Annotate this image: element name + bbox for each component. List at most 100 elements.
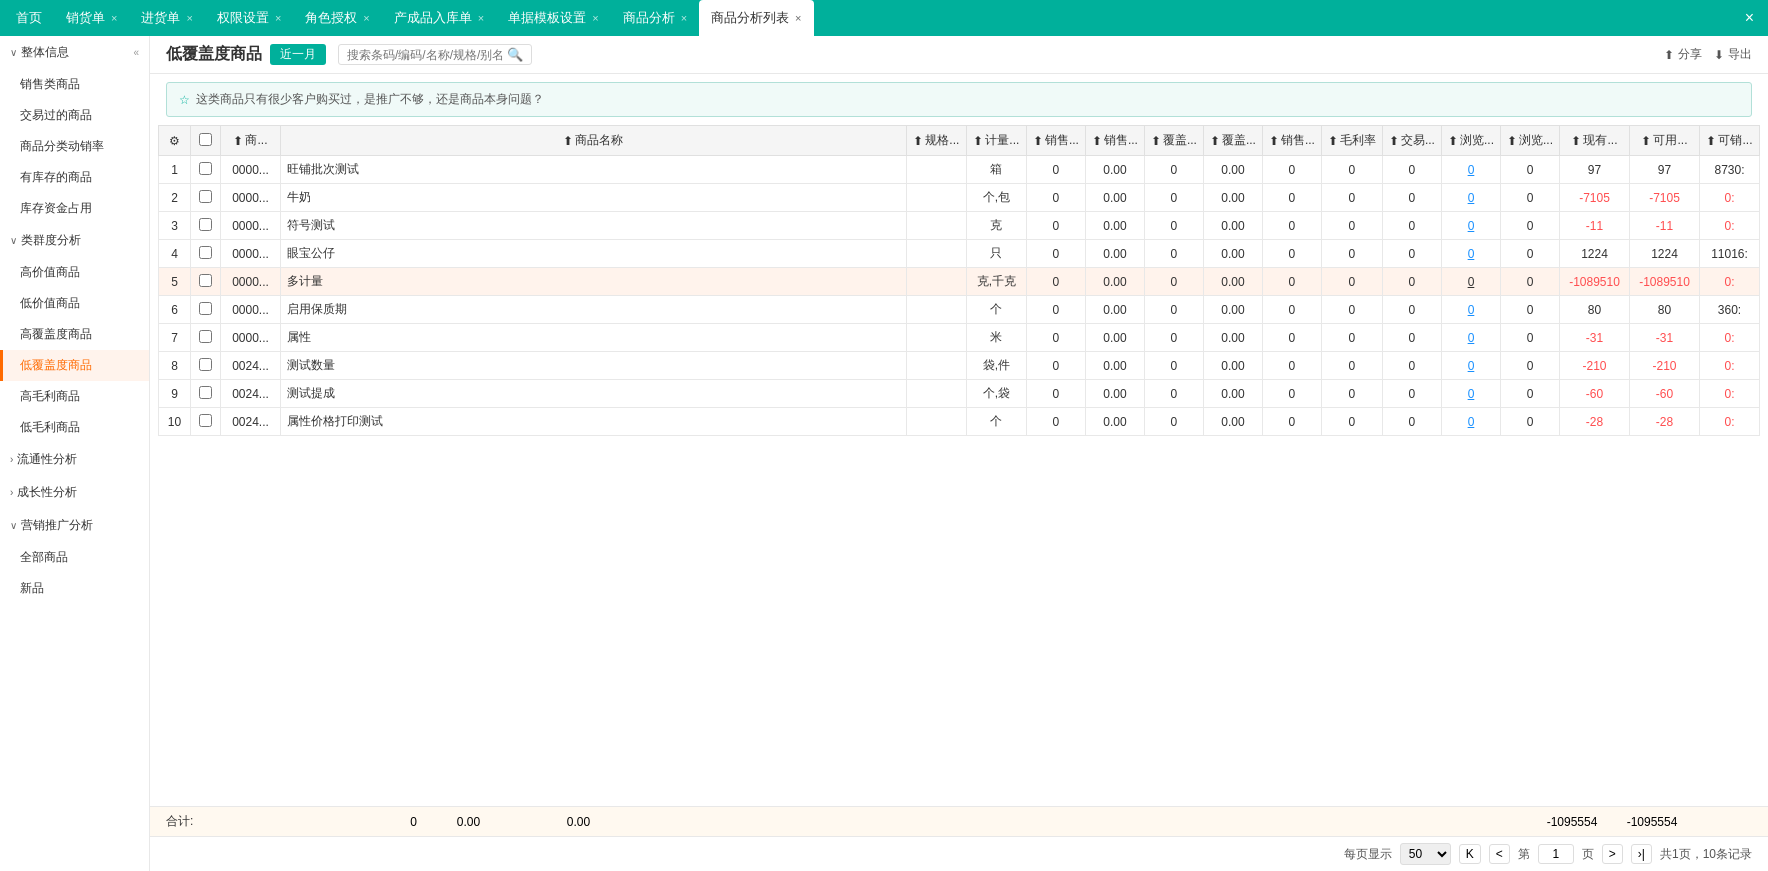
table-row-browse1[interactable]: 0 <box>1441 184 1500 212</box>
tab-products-close[interactable]: × <box>478 12 484 24</box>
tab-purchase-label: 进货单 <box>141 9 180 27</box>
settings-icon[interactable]: ⚙ <box>169 134 180 148</box>
table-row-gross: 0 <box>1321 184 1382 212</box>
prev-page-btn[interactable]: < <box>1489 844 1510 864</box>
table-row-checkbox[interactable] <box>191 408 221 436</box>
sidebar-item-low-value[interactable]: 低价值商品 <box>0 288 149 319</box>
table-row-browse1[interactable]: 0 <box>1441 296 1500 324</box>
col-sales2-label: 销售... <box>1281 132 1315 149</box>
table-row-browse1[interactable]: 0 <box>1441 324 1500 352</box>
col-transaction[interactable]: ⬆交易... <box>1382 126 1441 156</box>
col-gross[interactable]: ⬆毛利率 <box>1321 126 1382 156</box>
sidebar-item-low-profit[interactable]: 低毛利商品 <box>0 412 149 443</box>
table-row-browse1[interactable]: 0 <box>1441 268 1500 296</box>
tab-products[interactable]: 产成品入库单 × <box>382 0 496 36</box>
tab-purchase-close[interactable]: × <box>186 12 192 24</box>
tab-permissions-close[interactable]: × <box>275 12 281 24</box>
sidebar-section-overall[interactable]: ∨ 整体信息 « <box>0 36 149 69</box>
table-row-browse2: 0 <box>1500 324 1559 352</box>
tab-template-close[interactable]: × <box>592 12 598 24</box>
select-all-checkbox[interactable] <box>199 133 212 146</box>
col-available[interactable]: ⬆可用... <box>1630 126 1700 156</box>
tab-roles-close[interactable]: × <box>363 12 369 24</box>
sidebar-item-low-coverage[interactable]: 低覆盖度商品 <box>0 350 149 381</box>
tab-template[interactable]: 单据模板设置 × <box>496 0 610 36</box>
last-page-btn[interactable]: ›| <box>1631 844 1652 864</box>
table-row-checkbox[interactable] <box>191 296 221 324</box>
table-row-browse1[interactable]: 0 <box>1441 240 1500 268</box>
close-all-tabs[interactable]: × <box>1735 9 1764 27</box>
table-row-browse1[interactable]: 0 <box>1441 156 1500 184</box>
table-row-no: 3 <box>159 212 191 240</box>
col-browse1[interactable]: ⬆浏览... <box>1441 126 1500 156</box>
col-sales2[interactable]: ⬆销售... <box>1262 126 1321 156</box>
table-row-cov2: 0.00 <box>1203 296 1262 324</box>
tab-analysis-list[interactable]: 商品分析列表 × <box>699 0 813 36</box>
sidebar-item-in-stock[interactable]: 有库存的商品 <box>0 162 149 193</box>
sidebar-item-all-items[interactable]: 全部商品 <box>0 542 149 573</box>
table-row-checkbox[interactable] <box>191 268 221 296</box>
sidebar-section-quality[interactable]: ∨ 类群度分析 <box>0 224 149 257</box>
table-row-checkbox[interactable] <box>191 352 221 380</box>
sidebar-item-category-turnover[interactable]: 商品分类动销率 <box>0 131 149 162</box>
col-cov2[interactable]: ⬆覆盖... <box>1203 126 1262 156</box>
first-page-btn[interactable]: K <box>1459 844 1481 864</box>
sidebar-section-growth[interactable]: › 成长性分析 <box>0 476 149 509</box>
tab-sales-close[interactable]: × <box>111 12 117 24</box>
table-row-cov1: 0 <box>1144 212 1203 240</box>
col-settings[interactable]: ⚙ <box>159 126 191 156</box>
col-cov1[interactable]: ⬆覆盖... <box>1144 126 1203 156</box>
sidebar-item-new-items[interactable]: 新品 <box>0 573 149 604</box>
table-row-checkbox[interactable] <box>191 380 221 408</box>
table-row-available: -7105 <box>1630 184 1700 212</box>
table-row-checkbox[interactable] <box>191 212 221 240</box>
page-size-select[interactable]: 50 100 200 <box>1400 843 1451 865</box>
period-button[interactable]: 近一月 <box>270 44 326 65</box>
sidebar-item-sales-items[interactable]: 销售类商品 <box>0 69 149 100</box>
tab-analysis-list-close[interactable]: × <box>795 12 801 24</box>
col-spec[interactable]: ⬆规格... <box>906 126 966 156</box>
page-title: 低覆盖度商品 <box>166 44 262 65</box>
tab-purchase[interactable]: 进货单 × <box>129 0 204 36</box>
tab-home[interactable]: 首页 <box>4 0 54 36</box>
table-row-browse1[interactable]: 0 <box>1441 212 1500 240</box>
search-box: 🔍 <box>338 44 532 65</box>
tab-analysis[interactable]: 商品分析 × <box>611 0 699 36</box>
sidebar-section-marketing[interactable]: ∨ 营销推广分析 <box>0 509 149 542</box>
sidebar-item-high-coverage[interactable]: 高覆盖度商品 <box>0 319 149 350</box>
table-row-no: 1 <box>159 156 191 184</box>
table-row-browse1[interactable]: 0 <box>1441 408 1500 436</box>
table-row-checkbox[interactable] <box>191 184 221 212</box>
table-row-current: -1089510 <box>1560 268 1630 296</box>
table-row-checkbox[interactable] <box>191 240 221 268</box>
col-sellable[interactable]: ⬆可销... <box>1700 126 1760 156</box>
tab-permissions[interactable]: 权限设置 × <box>205 0 293 36</box>
share-button[interactable]: ⬆ 分享 <box>1664 46 1702 63</box>
sidebar-item-high-profit[interactable]: 高毛利商品 <box>0 381 149 412</box>
page-input[interactable] <box>1538 844 1574 864</box>
col-sales-amt[interactable]: ⬆销售... <box>1085 126 1144 156</box>
table-row-checkbox[interactable] <box>191 156 221 184</box>
col-current[interactable]: ⬆现有... <box>1560 126 1630 156</box>
table-row-checkbox[interactable] <box>191 324 221 352</box>
col-unit[interactable]: ⬆计量... <box>966 126 1026 156</box>
col-name[interactable]: ⬆商品名称 <box>281 126 907 156</box>
export-button[interactable]: ⬇ 导出 <box>1714 46 1752 63</box>
tab-sales[interactable]: 销货单 × <box>54 0 129 36</box>
sidebar-section-flow[interactable]: › 流通性分析 <box>0 443 149 476</box>
search-input[interactable] <box>347 48 507 62</box>
sidebar-item-traded-items[interactable]: 交易过的商品 <box>0 100 149 131</box>
table-row-browse1[interactable]: 0 <box>1441 380 1500 408</box>
table-row-browse1[interactable]: 0 <box>1441 352 1500 380</box>
sidebar-item-capital[interactable]: 库存资金占用 <box>0 193 149 224</box>
col-code[interactable]: ⬆商... <box>221 126 281 156</box>
sidebar-item-high-value[interactable]: 高价值商品 <box>0 257 149 288</box>
sidebar-item-high-value-label: 高价值商品 <box>20 265 80 279</box>
tab-roles[interactable]: 角色授权 × <box>293 0 381 36</box>
tab-analysis-close[interactable]: × <box>681 12 687 24</box>
col-browse2[interactable]: ⬆浏览... <box>1500 126 1559 156</box>
next-page-btn[interactable]: > <box>1602 844 1623 864</box>
col-checkbox[interactable] <box>191 126 221 156</box>
col-sales-qty[interactable]: ⬆销售... <box>1026 126 1085 156</box>
collapse-icon[interactable]: « <box>133 47 139 58</box>
